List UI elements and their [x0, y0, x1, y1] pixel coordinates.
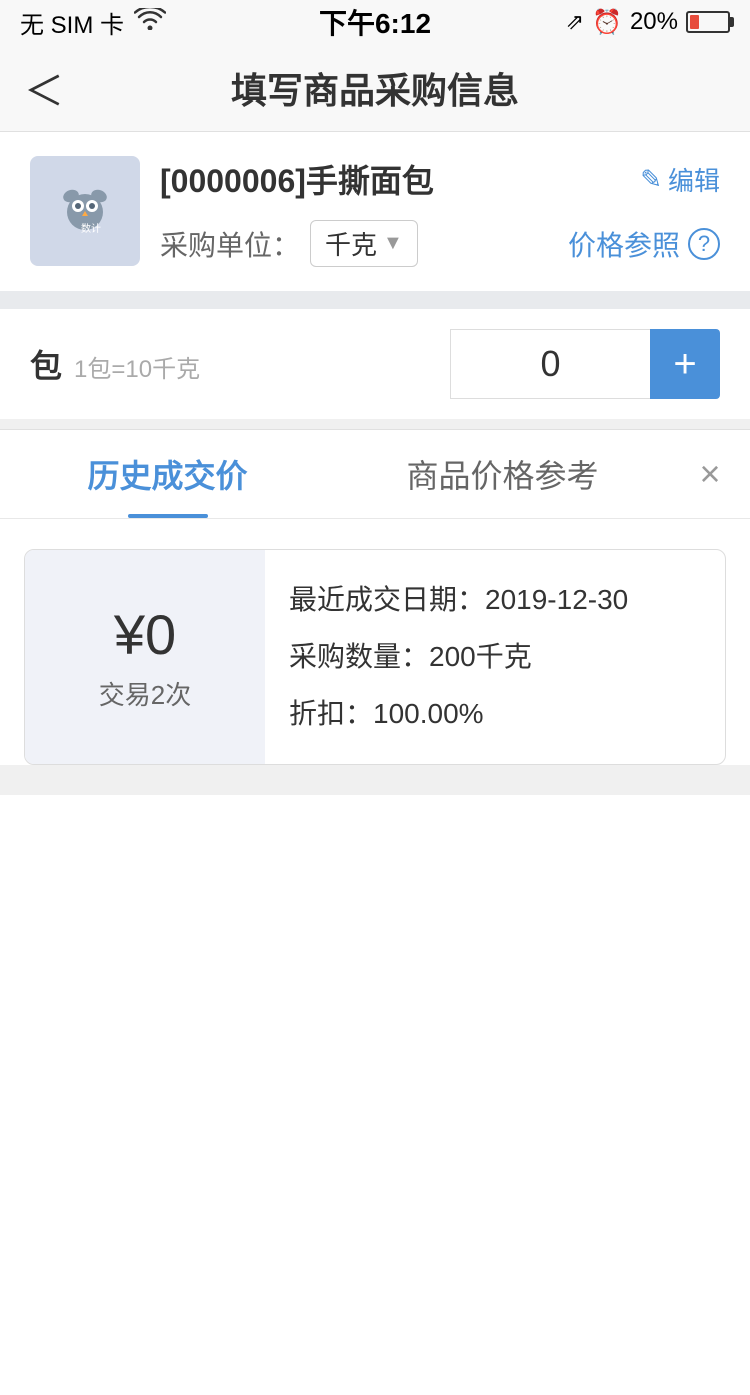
history-recent-date-row: 最近成交日期：2019-12-30 [289, 580, 701, 619]
unit-select[interactable]: 千克 ▼ [310, 220, 418, 267]
dropdown-icon: ▼ [383, 232, 403, 255]
product-info: [0000006]手撕面包 ✎ 编辑 采购单位： 千克 ▼ 价格参照 ? [160, 156, 720, 267]
tabs-section: 历史成交价 商品价格参考 × ¥0 交易2次 最近成交日期：2019-12-30… [0, 429, 750, 765]
recent-date-label: 最近成交日期： [289, 584, 485, 615]
wifi-icon [134, 8, 166, 37]
quantity-section: 包 1包=10千克 0 + [0, 309, 750, 419]
edit-label: 编辑 [668, 161, 720, 198]
history-transaction-count: 交易2次 [99, 675, 191, 712]
quantity-value: 0 [540, 343, 560, 385]
quantity-plus-button[interactable]: + [650, 329, 720, 399]
history-price-summary: ¥0 交易2次 [25, 550, 265, 764]
quantity-input-group: 0 + [450, 329, 720, 399]
product-name-row: [0000006]手撕面包 ✎ 编辑 [160, 156, 720, 202]
purchase-qty-value: 200千克 [429, 641, 532, 672]
tabs-close-button[interactable]: × [670, 430, 750, 518]
history-price-number: 0 [145, 603, 176, 666]
product-image: 数计 [53, 174, 117, 249]
main-content-area [0, 795, 750, 1395]
recent-date-value: 2019-12-30 [485, 584, 628, 615]
location-icon: ⇗ [566, 9, 584, 35]
status-time: 下午6:12 [319, 2, 431, 42]
product-thumbnail: 数计 [30, 156, 140, 266]
alarm-icon: ⏰ [592, 8, 622, 37]
status-right: ⇗ ⏰ 20% [566, 8, 730, 37]
unit-row: 采购单位： 千克 ▼ 价格参照 ? [160, 220, 720, 267]
history-price-symbol: ¥ [114, 603, 145, 666]
section-divider [0, 291, 750, 309]
tab-history-price[interactable]: 历史成交价 [0, 430, 335, 518]
history-discount-row: 折扣：100.00% [289, 694, 701, 733]
battery-icon [686, 11, 730, 33]
price-ref-label: 价格参照 [568, 224, 680, 264]
discount-label: 折扣： [289, 698, 373, 729]
price-reference-button[interactable]: 价格参照 ? [568, 224, 720, 264]
battery-percent: 20% [630, 8, 678, 36]
quantity-label-group: 包 1包=10千克 [30, 341, 200, 387]
tab-active-indicator [128, 514, 208, 518]
history-details: 最近成交日期：2019-12-30 采购数量：200千克 折扣：100.00% [265, 550, 725, 764]
nav-bar: ＜ 填写商品采购信息 [0, 44, 750, 132]
edit-icon: ✎ [640, 164, 662, 195]
edit-button[interactable]: ✎ 编辑 [640, 161, 720, 198]
product-section: 数计 [0000006]手撕面包 ✎ 编辑 采购单位： 千克 ▼ [0, 132, 750, 291]
quantity-conversion: 1包=10千克 [74, 349, 200, 384]
back-button[interactable]: ＜ [24, 59, 64, 117]
product-name: [0000006]手撕面包 [160, 156, 434, 202]
page-title: 填写商品采购信息 [231, 62, 519, 114]
status-bar: 无 SIM 卡 下午6:12 ⇗ ⏰ 20% [0, 0, 750, 44]
purchase-qty-label: 采购数量： [289, 641, 429, 672]
quantity-input[interactable]: 0 [450, 329, 650, 399]
svg-text:数计: 数计 [81, 222, 101, 235]
tabs-header: 历史成交价 商品价格参考 × [0, 430, 750, 519]
history-price-value: ¥0 [114, 602, 176, 667]
unit-value: 千克 [325, 225, 377, 262]
quantity-unit: 包 [30, 341, 62, 387]
tab-history-label: 历史成交价 [87, 451, 247, 497]
product-row: 数计 [0000006]手撕面包 ✎ 编辑 采购单位： 千克 ▼ [30, 156, 720, 267]
carrier-text: 无 SIM 卡 [20, 5, 124, 40]
tab-product-price-ref[interactable]: 商品价格参考 [335, 430, 670, 518]
history-purchase-qty-row: 采购数量：200千克 [289, 637, 701, 676]
help-icon: ? [688, 228, 720, 260]
tab-price-ref-label: 商品价格参考 [406, 451, 598, 497]
status-left: 无 SIM 卡 [20, 5, 166, 40]
unit-label: 采购单位： [160, 224, 300, 264]
discount-value: 100.00% [373, 698, 484, 729]
history-card: ¥0 交易2次 最近成交日期：2019-12-30 采购数量：200千克 折扣：… [24, 549, 726, 765]
